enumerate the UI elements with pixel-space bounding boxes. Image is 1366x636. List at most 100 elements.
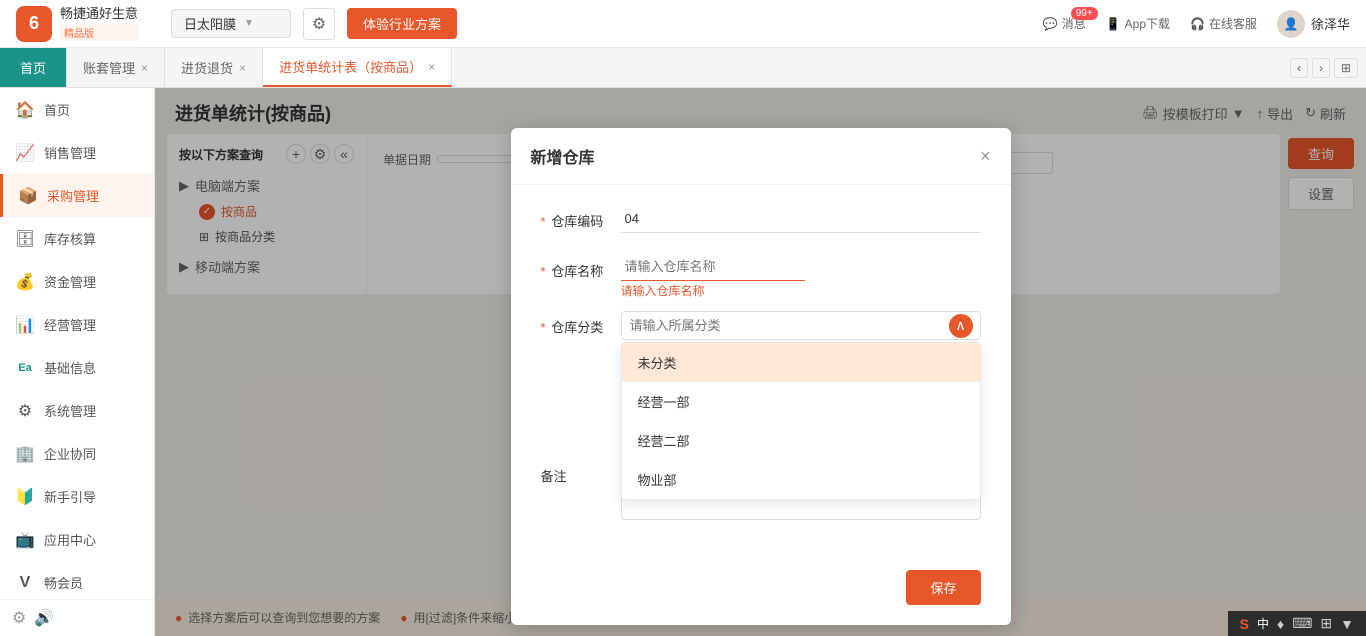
- tab-purchase-return-label: 进货退货: [181, 58, 233, 77]
- tab-purchase-stats[interactable]: 进货单统计表（按商品） ×: [263, 48, 452, 87]
- save-button[interactable]: 保存: [906, 570, 980, 605]
- category-label: * 仓库分类: [541, 311, 621, 336]
- tab-prev-button[interactable]: ‹: [1290, 58, 1308, 78]
- content-area: 进货单统计(按商品) 🖨 按模板打印 ▼ ↑ 导出 ↻ 刷新: [155, 88, 1366, 636]
- logo-icon: 6: [16, 6, 52, 42]
- name-required-mark: *: [541, 264, 546, 279]
- enterprise-icon: 🏢: [16, 445, 34, 463]
- user-area[interactable]: 👤 徐泽华: [1277, 10, 1350, 38]
- sidebar-item-guide[interactable]: 🔰 新手引导: [0, 475, 154, 518]
- tray-icon-1[interactable]: ♦: [1277, 616, 1284, 632]
- tray-zh[interactable]: 中: [1257, 615, 1269, 632]
- category-required-mark: *: [541, 320, 546, 335]
- name-field-row: * 仓库名称 请输入仓库名称: [541, 253, 981, 281]
- sidebar-item-inventory-label: 库存核算: [44, 229, 96, 248]
- tab-more-button[interactable]: ⊞: [1334, 58, 1358, 78]
- sidebar-item-purchase-label: 采购管理: [47, 186, 99, 205]
- tab-purchase-stats-label: 进货单统计表（按商品）: [279, 57, 422, 76]
- tab-next-button[interactable]: ›: [1312, 58, 1330, 78]
- logo-badge: 精品版: [60, 24, 138, 41]
- code-required-mark: *: [541, 214, 546, 229]
- category-field-row: * 仓库分类 ∧ 未分类 经: [541, 311, 981, 340]
- chevron-down-icon: ▼: [244, 18, 254, 29]
- sidebar-item-enterprise[interactable]: 🏢 企业协同: [0, 432, 154, 475]
- sidebar-item-system[interactable]: ⚙ 系统管理: [0, 389, 154, 432]
- code-label: * 仓库编码: [541, 205, 621, 230]
- sidebar-item-purchase[interactable]: 📦 采购管理: [0, 174, 154, 217]
- operation-icon: 📊: [16, 316, 34, 334]
- modal-header: 新增仓库 ×: [511, 128, 1011, 185]
- sidebar: 🏠 首页 📈 销售管理 📦 采购管理 🗄 库存核算 💰 资金管理 📊 经营管理 …: [0, 88, 155, 636]
- tray-chevron-icon[interactable]: ▼: [1340, 616, 1354, 632]
- audio-icon[interactable]: 🔊: [34, 608, 54, 628]
- modal-title: 新增仓库: [531, 144, 595, 168]
- tray-keyboard-icon[interactable]: ⌨: [1292, 615, 1312, 632]
- logo-name: 畅捷通好生意: [60, 6, 138, 23]
- dropdown-item-ops2[interactable]: 经营二部: [622, 421, 980, 460]
- gear-button[interactable]: ⚙: [303, 8, 335, 40]
- sidebar-bottom: ⚙ 🔊: [0, 599, 155, 636]
- sidebar-item-basic[interactable]: Ea 基础信息: [0, 346, 154, 389]
- app-download-button[interactable]: 📱 App下载: [1106, 15, 1170, 32]
- system-tray: S 中 ♦ ⌨ ⊞ ▼: [1228, 611, 1366, 636]
- sidebar-item-vip[interactable]: V 畅会员: [0, 561, 154, 604]
- tab-bar: 首页 账套管理 × 进货退货 × 进货单统计表（按商品） × ‹ › ⊞: [0, 48, 1366, 88]
- service-button[interactable]: 🎧 在线客服: [1190, 15, 1257, 32]
- sidebar-item-operation[interactable]: 📊 经营管理: [0, 303, 154, 346]
- service-label: 在线客服: [1209, 15, 1257, 32]
- logo-area: 6 畅捷通好生意 精品版: [16, 6, 171, 42]
- category-input[interactable]: [621, 311, 981, 340]
- message-badge: 99+: [1071, 7, 1098, 20]
- dropdown-item-uncategorized[interactable]: 未分类: [622, 343, 980, 382]
- modal-add-warehouse: 新增仓库 × * 仓库编码: [511, 128, 1011, 625]
- tab-purchase-stats-close[interactable]: ×: [428, 60, 435, 74]
- name-input[interactable]: [621, 253, 805, 281]
- sidebar-item-apps[interactable]: 📺 应用中心: [0, 518, 154, 561]
- tab-purchase-return-close[interactable]: ×: [239, 61, 246, 75]
- tab-accounts-label: 账套管理: [83, 58, 135, 77]
- tab-home[interactable]: 首页: [0, 48, 67, 87]
- message-button[interactable]: 💬 消息 99+: [1043, 15, 1086, 32]
- sidebar-item-sales[interactable]: 📈 销售管理: [0, 131, 154, 174]
- sidebar-item-finance-label: 资金管理: [44, 272, 96, 291]
- tab-accounts[interactable]: 账套管理 ×: [67, 48, 165, 87]
- code-input[interactable]: [621, 205, 981, 233]
- remark-label: 备注: [541, 460, 621, 485]
- sidebar-item-basic-label: 基础信息: [44, 358, 96, 377]
- category-dropdown: 未分类 经营一部 经营二部 物业部: [621, 342, 981, 500]
- tray-logo: S: [1240, 616, 1249, 632]
- top-header: 6 畅捷通好生意 精品版 日太阳膜 ▼ ⚙ 体验行业方案 💬 消息 99+ 📱 …: [0, 0, 1366, 48]
- sidebar-item-system-label: 系统管理: [44, 401, 96, 420]
- headset-icon: 🎧: [1190, 17, 1205, 31]
- name-error-message: 请输入仓库名称: [621, 282, 705, 299]
- sidebar-item-home[interactable]: 🏠 首页: [0, 88, 154, 131]
- tab-accounts-close[interactable]: ×: [141, 61, 148, 75]
- sidebar-item-apps-label: 应用中心: [44, 530, 96, 549]
- dropdown-item-ops1[interactable]: 经营一部: [622, 382, 980, 421]
- tab-purchase-return[interactable]: 进货退货 ×: [165, 48, 263, 87]
- home-icon: 🏠: [16, 101, 34, 119]
- message-icon: 💬: [1043, 17, 1058, 31]
- modal-backdrop: 新增仓库 × * 仓库编码: [155, 88, 1366, 636]
- modal-close-button[interactable]: ×: [980, 147, 991, 165]
- trial-button[interactable]: 体验行业方案: [347, 8, 457, 39]
- store-selector[interactable]: 日太阳膜 ▼: [171, 9, 291, 38]
- main-layout: 🏠 首页 📈 销售管理 📦 采购管理 🗄 库存核算 💰 资金管理 📊 经营管理 …: [0, 88, 1366, 636]
- code-field-row: * 仓库编码: [541, 205, 981, 233]
- category-arrow-icon[interactable]: ∧: [949, 314, 973, 338]
- settings-bottom-icon[interactable]: ⚙: [12, 608, 26, 628]
- sidebar-item-operation-label: 经营管理: [44, 315, 96, 334]
- tray-grid-icon[interactable]: ⊞: [1320, 615, 1332, 632]
- dropdown-item-property[interactable]: 物业部: [622, 460, 980, 499]
- sidebar-item-finance[interactable]: 💰 资金管理: [0, 260, 154, 303]
- finance-icon: 💰: [16, 273, 34, 291]
- category-select-wrap: ∧ 未分类 经营一部 经营二部: [621, 311, 981, 340]
- tab-right-buttons: ‹ › ⊞: [1282, 48, 1366, 87]
- basic-icon: Ea: [16, 359, 34, 377]
- system-icon: ⚙: [16, 402, 34, 420]
- apps-icon: 📺: [16, 531, 34, 549]
- vip-icon: V: [16, 574, 34, 592]
- sidebar-item-vip-label: 畅会员: [44, 573, 83, 592]
- sidebar-item-inventory[interactable]: 🗄 库存核算: [0, 217, 154, 260]
- user-name: 徐泽华: [1311, 14, 1350, 33]
